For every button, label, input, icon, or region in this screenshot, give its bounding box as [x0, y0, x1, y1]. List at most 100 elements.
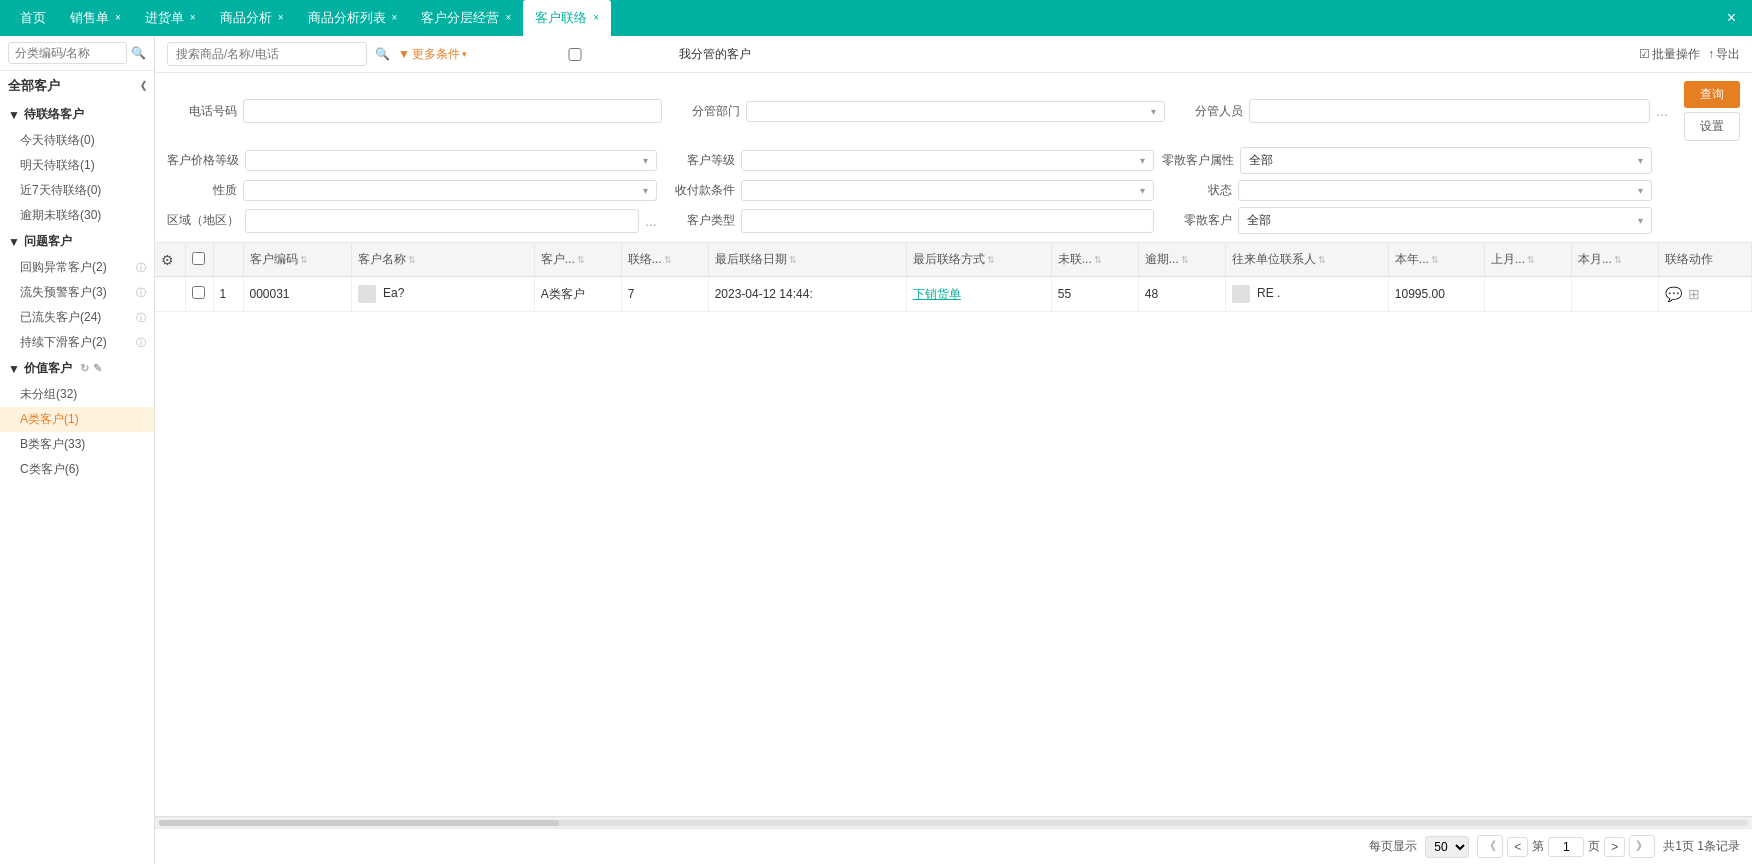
- sidebar-item-repurchase-abnormal[interactable]: 回购异常客户(2) ⓘ: [0, 255, 154, 280]
- sidebar-item-b-class[interactable]: B类客户(33): [0, 432, 154, 457]
- sidebar-item-a-class[interactable]: A类客户(1): [0, 407, 154, 432]
- th-contact-count[interactable]: 联络... ⇅: [621, 243, 708, 277]
- current-page-input[interactable]: [1548, 837, 1584, 857]
- th-code[interactable]: 客户编码 ⇅: [243, 243, 351, 277]
- sort-year-icon: ⇅: [1431, 255, 1439, 265]
- info-icon-lost: ⓘ: [136, 311, 146, 325]
- th-overdue[interactable]: 逾期... ⇅: [1138, 243, 1225, 277]
- tab-sales[interactable]: 销售单 ×: [58, 0, 133, 36]
- th-customer-type[interactable]: 客户... ⇅: [534, 243, 621, 277]
- tab-customer-contact[interactable]: 客户联络 ×: [523, 0, 611, 36]
- region-input[interactable]: [245, 209, 639, 233]
- filter-bar: 🔍 ▼ 更多条件 ▾ 我分管的客户 ☑ 批量操作 ↑ 导出: [155, 36, 1752, 73]
- chat-icon[interactable]: 💬: [1665, 286, 1682, 302]
- th-uncontacted[interactable]: 未联... ⇅: [1051, 243, 1138, 277]
- next-page-btn[interactable]: >: [1604, 837, 1625, 857]
- prev-page-btn[interactable]: <: [1507, 837, 1528, 857]
- th-gear[interactable]: ⚙: [155, 243, 185, 277]
- filter-row-2: 客户价格等级 ▾ 客户等级 ▾ 零散客户属性 全部: [167, 147, 1740, 174]
- last-page-btn[interactable]: 》: [1629, 835, 1655, 858]
- close-all-tabs[interactable]: ×: [1719, 9, 1744, 27]
- sidebar-collapse-icon[interactable]: 《: [135, 79, 146, 94]
- th-name[interactable]: 客户名称 ⇅: [351, 243, 534, 277]
- close-analysis-tab[interactable]: ×: [278, 0, 284, 36]
- price-grade-select[interactable]: ▾: [245, 150, 657, 171]
- sidebar-search-input[interactable]: [8, 42, 127, 64]
- pagination-bar: 每页显示 50 《 < 第 页 > 》 共1页 1条记录: [155, 828, 1752, 864]
- dept-label: 分管部门: [670, 103, 740, 120]
- customer-grade-select[interactable]: ▾: [741, 150, 1155, 171]
- phone-label: 电话号码: [167, 103, 237, 120]
- sort-overdue-icon: ⇅: [1181, 255, 1189, 265]
- all-customers-header[interactable]: 全部客户 《: [0, 71, 154, 101]
- retail-attr-select[interactable]: 全部 ▾: [1240, 147, 1652, 174]
- td-no: 1: [213, 277, 243, 312]
- sidebar-item-today[interactable]: 今天待联络(0): [0, 128, 154, 153]
- th-checkbox: [185, 243, 213, 277]
- value-edit-icon[interactable]: ✎: [93, 362, 102, 375]
- sidebar-item-declining[interactable]: 持续下滑客户(2) ⓘ: [0, 330, 154, 355]
- phone-input[interactable]: [243, 99, 662, 123]
- value-refresh-icon[interactable]: ↻: [80, 362, 89, 375]
- customer-type-input[interactable]: [741, 209, 1155, 233]
- sidebar-search-icon[interactable]: 🔍: [131, 46, 146, 60]
- horizontal-scrollbar[interactable]: [155, 816, 1752, 828]
- per-page-select[interactable]: 50: [1425, 836, 1469, 858]
- staff-dots-icon[interactable]: ...: [1656, 103, 1668, 119]
- retail-customer-field: 零散客户 全部 ▾: [1162, 207, 1652, 234]
- tab-analysis[interactable]: 商品分析 ×: [208, 0, 296, 36]
- more-conditions-btn[interactable]: ▼ 更多条件 ▾: [398, 46, 467, 63]
- close-sales-tab[interactable]: ×: [115, 0, 121, 36]
- payment-select[interactable]: ▾: [741, 180, 1155, 201]
- scrollbar-thumb[interactable]: [159, 820, 559, 826]
- th-this-month[interactable]: 本月... ⇅: [1571, 243, 1658, 277]
- close-customer-contact-tab[interactable]: ×: [593, 0, 599, 36]
- status-select[interactable]: ▾: [1238, 180, 1652, 201]
- search-input[interactable]: [167, 42, 367, 66]
- close-customer-mgmt-tab[interactable]: ×: [505, 0, 511, 36]
- export-btn[interactable]: ↑ 导出: [1708, 46, 1740, 63]
- sidebar-item-c-class[interactable]: C类客户(6): [0, 457, 154, 482]
- th-last-contact-method[interactable]: 最后联络方式 ⇅: [906, 243, 1051, 277]
- staff-input[interactable]: [1249, 99, 1650, 123]
- th-no: [213, 243, 243, 277]
- sidebar-item-7days[interactable]: 近7天待联络(0): [0, 178, 154, 203]
- customer-grade-field: 客户等级 ▾: [665, 150, 1155, 171]
- customer-type-field: 客户类型: [665, 209, 1155, 233]
- first-page-btn[interactable]: 《: [1477, 835, 1503, 858]
- th-last-month[interactable]: 上月... ⇅: [1484, 243, 1571, 277]
- batch-op-btn[interactable]: ☑ 批量操作: [1639, 46, 1700, 63]
- dept-select[interactable]: ▾: [746, 101, 1165, 122]
- tab-customer-mgmt[interactable]: 客户分层经营 ×: [409, 0, 523, 36]
- th-last-contact-date[interactable]: 最后联络日期 ⇅: [708, 243, 906, 277]
- region-label: 区域（地区）: [167, 212, 239, 229]
- tab-analysis-list[interactable]: 商品分析列表 ×: [296, 0, 410, 36]
- region-dots-icon[interactable]: ...: [645, 213, 657, 229]
- retail-customer-select[interactable]: 全部 ▾: [1238, 207, 1652, 234]
- settings-button[interactable]: 设置: [1684, 112, 1740, 141]
- my-customers-checkbox[interactable]: [475, 48, 675, 61]
- close-analysis-list-tab[interactable]: ×: [392, 0, 398, 36]
- sidebar-item-lost[interactable]: 已流失客户(24) ⓘ: [0, 305, 154, 330]
- search-icon[interactable]: 🔍: [375, 47, 390, 61]
- close-purchase-tab[interactable]: ×: [190, 0, 196, 36]
- nature-select[interactable]: ▾: [243, 180, 657, 201]
- nav-home[interactable]: 首页: [8, 0, 58, 36]
- staff-label: 分管人员: [1173, 103, 1243, 120]
- grid-icon[interactable]: ⊞: [1688, 286, 1700, 302]
- select-all-checkbox[interactable]: [192, 252, 205, 265]
- th-unit-contact[interactable]: 往来单位联系人 ⇅: [1225, 243, 1388, 277]
- row-checkbox[interactable]: [192, 286, 205, 299]
- gear-icon[interactable]: ⚙: [161, 252, 174, 268]
- last-contact-method-link[interactable]: 下销货单: [913, 287, 961, 301]
- status-arrow-icon: ▾: [1638, 185, 1643, 196]
- th-this-year[interactable]: 本年... ⇅: [1388, 243, 1484, 277]
- sidebar-item-tomorrow[interactable]: 明天待联络(1): [0, 153, 154, 178]
- search-button[interactable]: 查询: [1684, 81, 1740, 108]
- sidebar-item-ungrouped[interactable]: 未分组(32): [0, 382, 154, 407]
- tab-purchase[interactable]: 进货单 ×: [133, 0, 208, 36]
- sidebar-item-overdue[interactable]: 逾期未联络(30): [0, 203, 154, 228]
- my-customers-checkbox-label[interactable]: 我分管的客户: [475, 46, 751, 63]
- sidebar-item-lost-warning[interactable]: 流失预警客户(3) ⓘ: [0, 280, 154, 305]
- sort-uncontacted-icon: ⇅: [1094, 255, 1102, 265]
